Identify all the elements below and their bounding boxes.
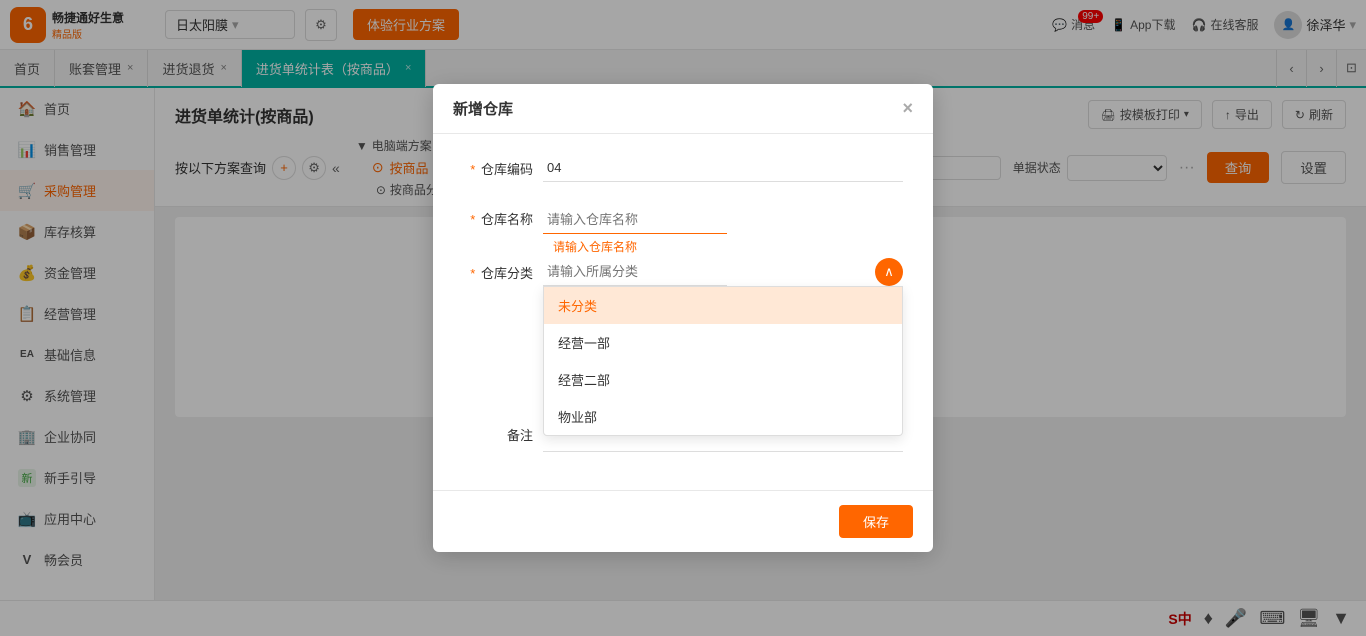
name-field-row: * 仓库名称 请输入仓库名称 bbox=[463, 204, 903, 236]
category-dropdown-button[interactable]: ∧ bbox=[875, 258, 903, 286]
dialog-footer: 保存 bbox=[433, 490, 933, 552]
save-button[interactable]: 保存 bbox=[839, 505, 913, 538]
code-input[interactable] bbox=[543, 154, 903, 182]
dialog-header: 新增仓库 × bbox=[433, 84, 933, 134]
dialog-body: * 仓库编码 * 仓库名称 请输入仓库名称 * 仓库分类 bbox=[433, 134, 933, 490]
code-field-row: * 仓库编码 bbox=[463, 154, 903, 186]
category-field-row: * 仓库分类 ∧ 未分类 经营一部 经营二部 物业部 bbox=[463, 258, 903, 290]
category-label: * 仓库分类 bbox=[463, 258, 543, 290]
category-input[interactable] bbox=[543, 258, 727, 286]
dialog-close-button[interactable]: × bbox=[902, 98, 913, 119]
name-input[interactable] bbox=[543, 206, 727, 234]
name-error-message: 请输入仓库名称 bbox=[553, 238, 637, 255]
category-dropdown-list: 未分类 经营一部 经营二部 物业部 bbox=[543, 286, 903, 436]
note-label: 备注 bbox=[463, 420, 543, 452]
new-warehouse-dialog: 新增仓库 × * 仓库编码 * 仓库名称 请输入仓库名称 * bbox=[433, 84, 933, 552]
dropdown-item-none[interactable]: 未分类 bbox=[544, 287, 902, 324]
dropdown-item-dept3[interactable]: 物业部 bbox=[544, 398, 902, 435]
dropdown-item-dept1[interactable]: 经营一部 bbox=[544, 324, 902, 361]
dialog-title: 新增仓库 bbox=[453, 98, 513, 119]
category-input-wrapper: ∧ 未分类 经营一部 经营二部 物业部 bbox=[543, 258, 903, 286]
name-label: * 仓库名称 bbox=[463, 204, 543, 236]
dropdown-item-dept2[interactable]: 经营二部 bbox=[544, 361, 902, 398]
code-label: * 仓库编码 bbox=[463, 154, 543, 186]
